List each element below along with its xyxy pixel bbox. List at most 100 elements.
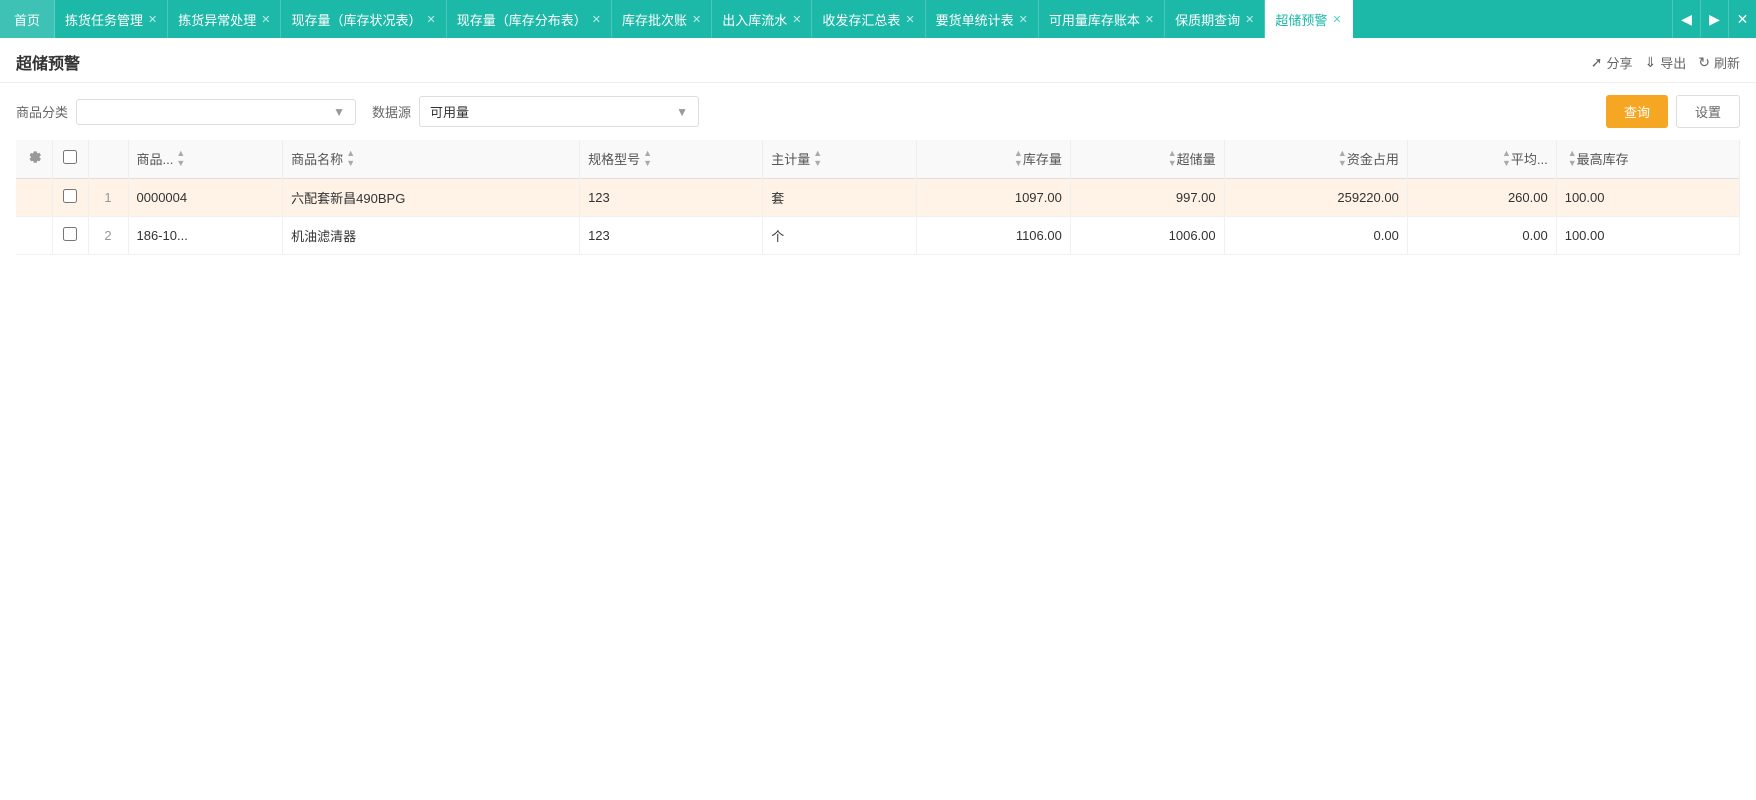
th-max-label: 最高库存: [1577, 149, 1629, 168]
row-checkbox[interactable]: [63, 227, 77, 241]
tab-close-icon[interactable]: ✕: [592, 13, 601, 26]
th-unit[interactable]: 主计量 ▲▼: [763, 140, 917, 178]
nav-tab-tab7[interactable]: 收发存汇总表✕: [812, 0, 925, 38]
nav-tab-tab2[interactable]: 拣货异常处理✕: [168, 0, 281, 38]
row-checkbox-cell: [52, 216, 88, 254]
category-filter-label: 商品分类: [16, 102, 68, 121]
nav-next-btn[interactable]: ▶: [1700, 0, 1728, 38]
tab-close-icon[interactable]: ✕: [905, 13, 914, 26]
row-spec: 123: [580, 216, 763, 254]
tab-close-icon[interactable]: ✕: [261, 13, 270, 26]
gear-icon[interactable]: [26, 149, 42, 165]
row-capital: 0.00: [1224, 216, 1407, 254]
filter-area: 商品分类 ▼ 数据源 可用量 ▼ 查询 设置: [0, 83, 1756, 140]
datasource-select[interactable]: 可用量 ▼: [419, 96, 699, 127]
export-button[interactable]: ⇓ 导出: [1645, 53, 1687, 72]
row-spec: 123: [580, 178, 763, 216]
th-code[interactable]: 商品... ▲▼: [128, 140, 283, 178]
th-over[interactable]: ▲▼ 超储量: [1070, 140, 1224, 178]
row-stock: 1106.00: [917, 216, 1071, 254]
th-name-label: 商品名称: [291, 149, 343, 168]
row-stock: 1097.00: [917, 178, 1071, 216]
data-table: 商品... ▲▼ 商品名称 ▲▼ 规格型号 ▲▼: [16, 140, 1740, 255]
th-unit-label: 主计量: [771, 149, 810, 168]
row-gear-cell: [16, 178, 52, 216]
th-avg-label: 平均...: [1511, 149, 1548, 168]
refresh-button[interactable]: ↻ 刷新: [1698, 53, 1740, 72]
th-stock-label: 库存量: [1023, 149, 1062, 168]
th-max[interactable]: ▲▼ 最高库存: [1556, 140, 1739, 178]
nav-tab-tab5[interactable]: 库存批次账✕: [612, 0, 712, 38]
row-max: 100.00: [1556, 178, 1739, 216]
tab-close-icon[interactable]: ✕: [692, 13, 701, 26]
tab-label: 拣货任务管理: [65, 10, 143, 29]
top-nav: 首页 拣货任务管理✕拣货异常处理✕现存量（库存状况表）✕现存量（库存分布表）✕库…: [0, 0, 1756, 38]
category-select[interactable]: ▼: [76, 99, 356, 125]
row-number: 1: [88, 178, 128, 216]
nav-tab-tab9[interactable]: 可用量库存账本 ✕: [1039, 0, 1165, 38]
tab-label: 可用量库存账本: [1049, 10, 1140, 29]
tab-label: 超储预警: [1275, 10, 1327, 29]
tab-close-icon[interactable]: ✕: [1019, 13, 1028, 26]
select-all-checkbox[interactable]: [63, 150, 77, 164]
nav-close-all-btn[interactable]: ✕: [1728, 0, 1756, 38]
row-max: 100.00: [1556, 216, 1739, 254]
page-content: 超储预警 ➚ 分享 ⇓ 导出 ↻ 刷新 商品分类 ▼ 数据源: [0, 38, 1756, 800]
tab-label: 保质期查询: [1175, 10, 1240, 29]
export-label: 导出: [1660, 53, 1686, 72]
settings-button[interactable]: 设置: [1676, 95, 1740, 128]
tab-close-icon[interactable]: ✕: [1245, 13, 1254, 26]
row-over: 1006.00: [1070, 216, 1224, 254]
tab-close-icon[interactable]: ✕: [1145, 13, 1154, 26]
export-icon: ⇓: [1645, 54, 1657, 71]
query-button[interactable]: 查询: [1606, 95, 1668, 128]
tab-close-icon[interactable]: ✕: [792, 13, 801, 26]
th-capital-label: 资金占用: [1347, 149, 1399, 168]
th-stock[interactable]: ▲▼ 库存量: [917, 140, 1071, 178]
th-over-sort-icon: ▲▼: [1168, 149, 1177, 169]
share-label: 分享: [1606, 53, 1632, 72]
nav-tab-tab4[interactable]: 现存量（库存分布表） ✕: [447, 0, 612, 38]
th-capital[interactable]: ▲▼ 资金占用: [1224, 140, 1407, 178]
tab-label: 现存量（库存分布表）: [457, 10, 587, 29]
page-title: 超储预警: [16, 50, 80, 74]
nav-tabs: 拣货任务管理✕拣货异常处理✕现存量（库存状况表）✕现存量（库存分布表）✕库存批次…: [55, 0, 1353, 38]
nav-tab-tab10[interactable]: 保质期查询 ✕: [1165, 0, 1265, 38]
row-avg: 260.00: [1407, 178, 1556, 216]
th-avg-sort-icon: ▲▼: [1502, 149, 1511, 169]
nav-prev-btn[interactable]: ◀: [1672, 0, 1700, 38]
category-filter-group: 商品分类 ▼: [16, 99, 356, 125]
tab-close-icon[interactable]: ✕: [148, 13, 157, 26]
tab-label: 要货单统计表: [936, 10, 1014, 29]
page-header: 超储预警 ➚ 分享 ⇓ 导出 ↻ 刷新: [0, 38, 1756, 83]
header-row: 商品... ▲▼ 商品名称 ▲▼ 规格型号 ▲▼: [16, 140, 1740, 178]
table-row: 1 0000004 六配套新昌490BPG 123 套 1097.00 997.…: [16, 178, 1740, 216]
th-gear: [16, 140, 52, 178]
nav-tab-tab1[interactable]: 拣货任务管理 ✕: [55, 0, 168, 38]
category-select-arrow-icon: ▼: [333, 105, 345, 119]
th-row-num: [88, 140, 128, 178]
row-capital: 259220.00: [1224, 178, 1407, 216]
nav-tab-tab8[interactable]: 要货单统计表 ✕: [926, 0, 1039, 38]
row-gear-cell: [16, 216, 52, 254]
nav-tab-tab3[interactable]: 现存量（库存状况表）✕: [281, 0, 446, 38]
row-name: 机油滤清器: [283, 216, 580, 254]
table-container: 商品... ▲▼ 商品名称 ▲▼ 规格型号 ▲▼: [0, 140, 1756, 255]
th-name[interactable]: 商品名称 ▲▼: [283, 140, 580, 178]
tab-close-icon[interactable]: ✕: [427, 13, 436, 26]
tab-label: 出入库流水: [722, 10, 787, 29]
share-button[interactable]: ➚ 分享: [1591, 53, 1633, 72]
nav-tab-tab6[interactable]: 出入库流水 ✕: [712, 0, 812, 38]
tab-close-icon[interactable]: ✕: [1332, 13, 1341, 26]
th-checkbox: [52, 140, 88, 178]
nav-home[interactable]: 首页: [0, 0, 55, 38]
nav-tab-tab11[interactable]: 超储预警 ✕: [1265, 0, 1352, 38]
filter-buttons: 查询 设置: [1606, 95, 1740, 128]
th-spec[interactable]: 规格型号 ▲▼: [580, 140, 763, 178]
th-spec-label: 规格型号: [588, 149, 640, 168]
row-checkbox[interactable]: [63, 189, 77, 203]
nav-arrows: ◀ ▶ ✕: [1672, 0, 1756, 38]
th-avg[interactable]: ▲▼ 平均...: [1407, 140, 1556, 178]
row-checkbox-cell: [52, 178, 88, 216]
th-over-label: 超储量: [1177, 149, 1216, 168]
